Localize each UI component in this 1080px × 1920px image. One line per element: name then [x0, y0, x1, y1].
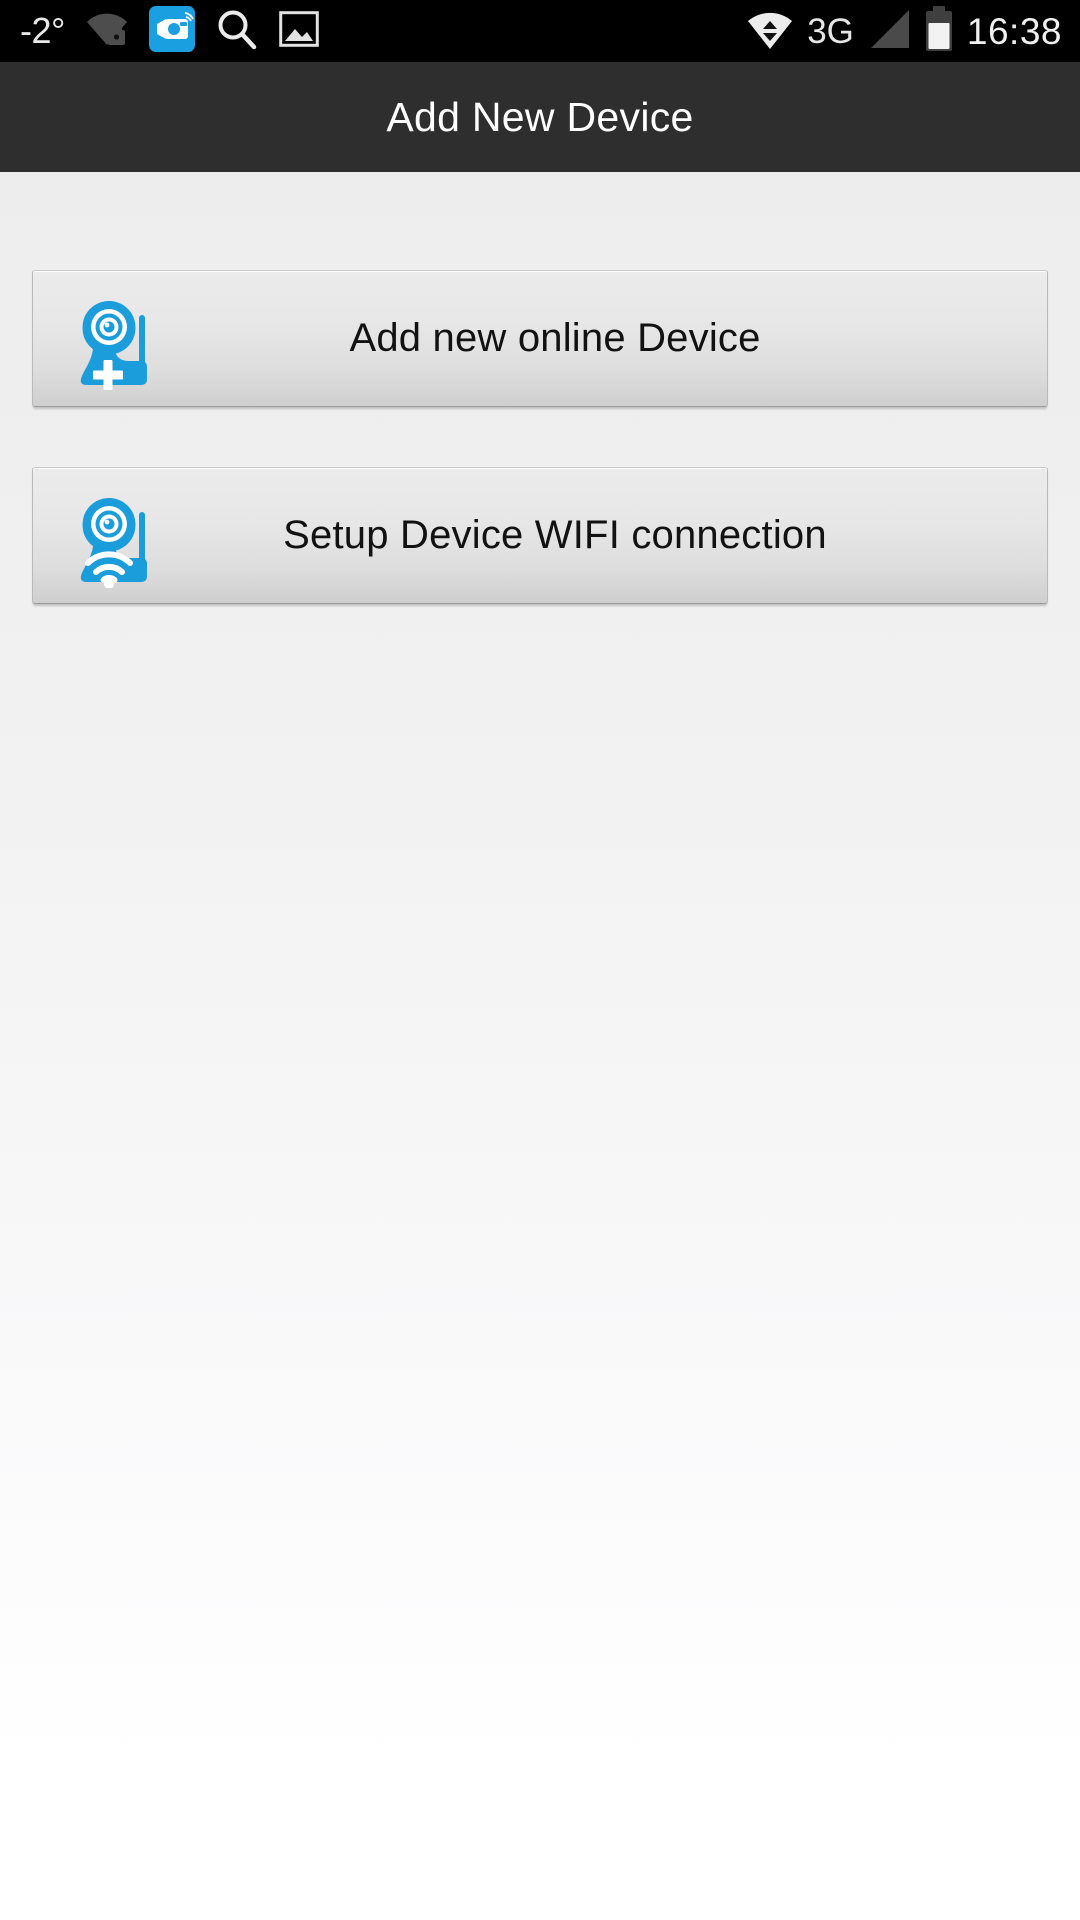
cell-signal-icon: [867, 8, 911, 55]
setup-device-wifi-button[interactable]: Setup Device WIFI connection: [32, 467, 1048, 604]
wifi-locked-icon: [85, 11, 129, 52]
page-title: Add New Device: [386, 93, 694, 140]
gallery-image-icon: [279, 10, 319, 52]
temperature-indicator: -2°: [20, 10, 65, 51]
camera-plus-icon: [59, 287, 163, 391]
main-content: Add new online Device Setup Device WIFI …: [0, 172, 1080, 1920]
network-type-indicator: 3G: [807, 11, 854, 51]
search-icon: [215, 7, 259, 56]
button-spacer: [32, 407, 1048, 467]
data-transfer-icon: [744, 7, 796, 56]
add-online-device-label: Add new online Device: [349, 316, 761, 360]
title-bar: Add New Device: [0, 62, 1080, 172]
add-online-device-button[interactable]: Add new online Device: [32, 270, 1048, 407]
setup-device-wifi-label: Setup Device WIFI connection: [283, 513, 827, 557]
camera-wifi-icon: [59, 484, 163, 588]
status-bar-left-group: -2°: [20, 5, 319, 57]
camera-app-icon: [148, 5, 195, 57]
app-screen: -2° 3G 16:38 Add New Device Add new onli…: [0, 0, 1080, 1920]
battery-icon: [924, 5, 954, 57]
status-bar: -2° 3G 16:38: [0, 0, 1080, 62]
clock-indicator: 16:38: [966, 10, 1062, 52]
status-bar-right-group: 3G 16:38: [744, 5, 1062, 57]
